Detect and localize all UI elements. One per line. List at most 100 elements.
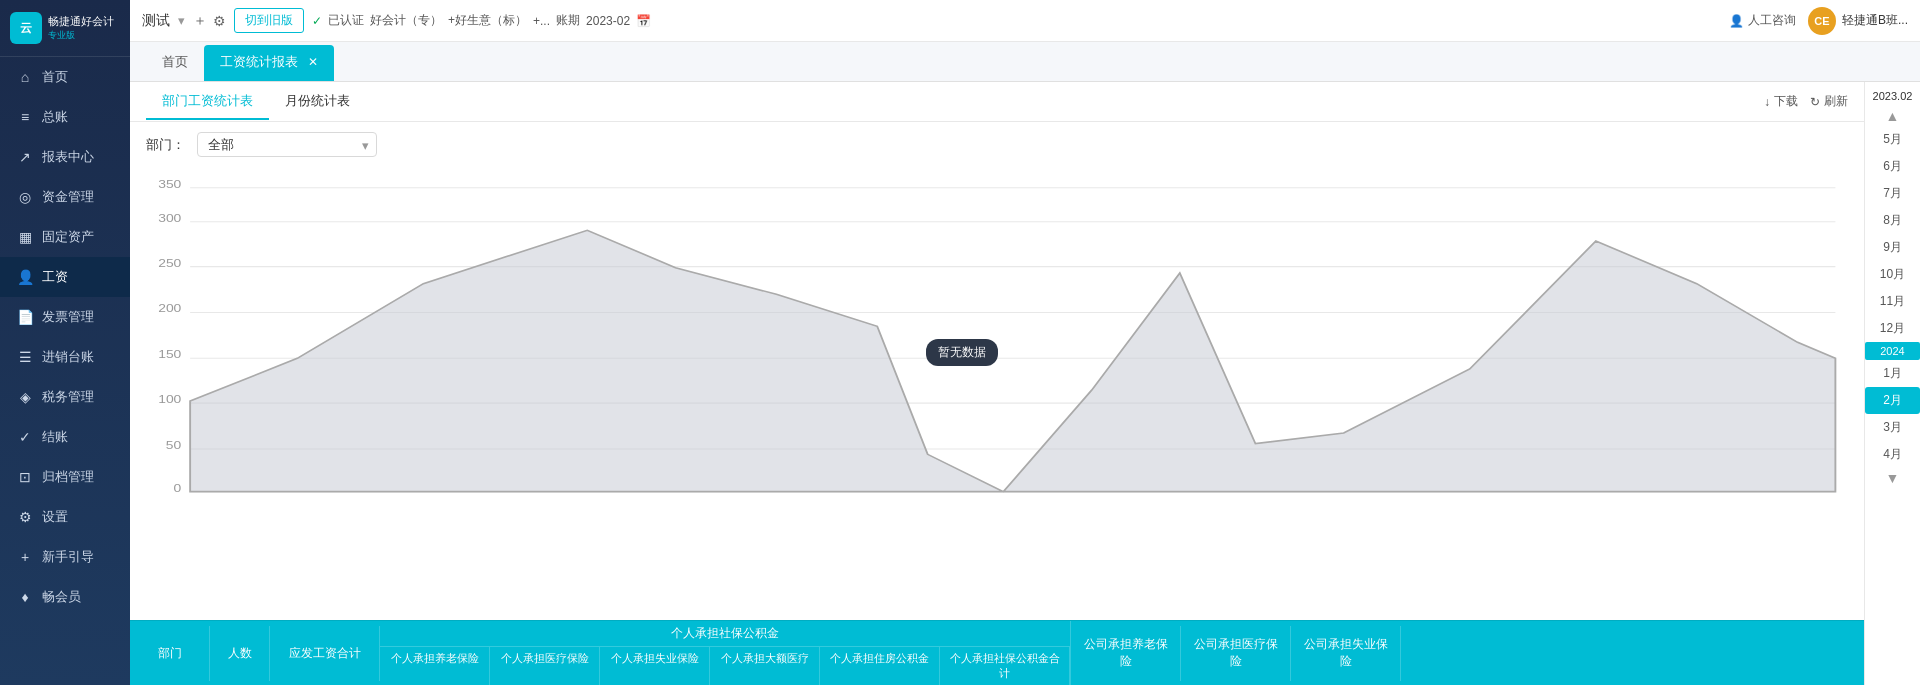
year-display[interactable]: 2023.02 [1871, 86, 1915, 106]
sidebar-item-invoice[interactable]: 📄发票管理 [0, 297, 130, 337]
logo-name: 畅捷通好会计 [48, 14, 114, 28]
th-total-salary: 应发工资合计 [270, 626, 380, 681]
year-2024-header[interactable]: 2024 [1865, 342, 1920, 360]
month-2024-4[interactable]: 4月 [1865, 441, 1920, 468]
month-8[interactable]: 8月 [1865, 207, 1920, 234]
th-company-medical: 公司承担医疗保险 [1181, 626, 1291, 681]
svg-text:200: 200 [158, 302, 181, 316]
month-10[interactable]: 10月 [1865, 261, 1920, 288]
month-2024-1[interactable]: 1月 [1865, 360, 1920, 387]
th-company-unemployment: 公司承担失业保险 [1291, 626, 1401, 681]
sidebar-label-settings: 设置 [42, 508, 68, 526]
th-company-unemployment-label: 公司承担失业保险 [1299, 636, 1392, 670]
year-up-btn[interactable]: ▲ [1884, 106, 1902, 126]
sidebar-menu: ⌂首页≡总账↗报表中心◎资金管理▦固定资产👤工资📄发票管理☰进销台账◈税务管理✓… [0, 57, 130, 685]
main-area: 测试 ▾ ＋ ⚙ 切到旧版 ✓ 已认证 好会计（专） +好生意（标） +... … [130, 0, 1920, 685]
sidebar-item-checkout[interactable]: ✓结账 [0, 417, 130, 457]
tab-home[interactable]: 首页 [146, 45, 204, 81]
accounting-type: 好会计（专） [370, 12, 442, 29]
sidebar-item-salary[interactable]: 👤工资 [0, 257, 130, 297]
sidebar-item-settings[interactable]: ⚙设置 [0, 497, 130, 537]
svg-text:350: 350 [158, 177, 181, 190]
sidebar-label-ledger: 总账 [42, 108, 68, 126]
switch-version-btn[interactable]: 切到旧版 [234, 8, 304, 33]
consultant-icon: 👤 [1729, 14, 1744, 28]
download-btn[interactable]: ↓ 下载 [1764, 93, 1798, 110]
tab-close-btn[interactable]: ✕ [308, 55, 318, 69]
th-personal-unemployment: 个人承担失业保险 [600, 647, 710, 685]
sidebar-icon-funds: ◎ [16, 189, 34, 205]
tab-home-label: 首页 [162, 54, 188, 69]
sidebar-label-archive: 归档管理 [42, 468, 94, 486]
th-personal-housing-fund: 个人承担住房公积金 [820, 647, 940, 685]
salary-chart: 0 50 100 150 200 250 300 350 [146, 177, 1848, 497]
th-company-pension: 公司承担养老保险 [1071, 626, 1181, 681]
month-11[interactable]: 11月 [1865, 288, 1920, 315]
no-data-text: 暂无数据 [938, 345, 986, 359]
sidebar-icon-home: ⌂ [16, 69, 34, 85]
refresh-label: 刷新 [1824, 93, 1848, 110]
topbar-add-btn[interactable]: ＋ [193, 12, 207, 30]
month-12[interactable]: 12月 [1865, 315, 1920, 342]
certified-icon: ✓ [312, 14, 322, 28]
topbar-status: ✓ 已认证 好会计（专） +好生意（标） +... 账期 2023-02 📅 [312, 12, 651, 29]
calendar-icon[interactable]: 📅 [636, 14, 651, 28]
topbar-title: 测试 [142, 12, 170, 30]
th-personal-pension: 个人承担养老保险 [380, 647, 490, 685]
topbar: 测试 ▾ ＋ ⚙ 切到旧版 ✓ 已认证 好会计（专） +好生意（标） +... … [130, 0, 1920, 42]
month-5[interactable]: 5月 [1865, 126, 1920, 153]
month-6[interactable]: 6月 [1865, 153, 1920, 180]
tab-salary-report[interactable]: 工资统计报表 ✕ [204, 45, 334, 81]
svg-text:300: 300 [158, 211, 181, 225]
sub-tab-monthly-label: 月份统计表 [285, 93, 350, 108]
sidebar-item-archive[interactable]: ⊡归档管理 [0, 457, 130, 497]
sidebar-label-invoice: 发票管理 [42, 308, 94, 326]
th-count-label: 人数 [228, 645, 252, 662]
sidebar-item-guide[interactable]: +新手引导 [0, 537, 130, 577]
month-2024-2[interactable]: 2月 [1865, 387, 1920, 414]
sidebar-item-home[interactable]: ⌂首页 [0, 57, 130, 97]
sidebar-icon-reports: ↗ [16, 149, 34, 165]
period-label: 账期 [556, 12, 580, 29]
sidebar-label-tax: 税务管理 [42, 388, 94, 406]
sidebar: 云 畅捷通好会计 专业版 ⌂首页≡总账↗报表中心◎资金管理▦固定资产👤工资📄发票… [0, 0, 130, 685]
sidebar-item-reports[interactable]: ↗报表中心 [0, 137, 130, 177]
th-company-pension-label: 公司承担养老保险 [1079, 636, 1172, 670]
sub-tab-dept[interactable]: 部门工资统计表 [146, 84, 269, 120]
user-avatar: CE [1808, 7, 1836, 35]
svg-text:50: 50 [166, 438, 181, 452]
sidebar-icon-assets: ▦ [16, 229, 34, 245]
dept-select[interactable]: 全部 [197, 132, 377, 157]
refresh-btn[interactable]: ↻ 刷新 [1810, 93, 1848, 110]
sidebar-item-sales[interactable]: ☰进销台账 [0, 337, 130, 377]
sidebar-item-assets[interactable]: ▦固定资产 [0, 217, 130, 257]
refresh-icon: ↻ [1810, 95, 1820, 109]
main-panel: 部门工资统计表 月份统计表 ↓ 下载 ↻ 刷新 [130, 82, 1864, 685]
download-label: 下载 [1774, 93, 1798, 110]
user-name: 轻捷通B班... [1842, 12, 1908, 29]
year-down-btn[interactable]: ▼ [1884, 468, 1902, 488]
topbar-settings-btn[interactable]: ⚙ [213, 13, 226, 29]
sidebar-item-funds[interactable]: ◎资金管理 [0, 177, 130, 217]
month-9[interactable]: 9月 [1865, 234, 1920, 261]
sidebar-logo: 云 畅捷通好会计 专业版 [0, 0, 130, 57]
sidebar-item-ledger[interactable]: ≡总账 [0, 97, 130, 137]
sidebar-item-member[interactable]: ♦畅会员 [0, 577, 130, 617]
month-2024-3[interactable]: 3月 [1865, 414, 1920, 441]
sidebar-item-tax[interactable]: ◈税务管理 [0, 377, 130, 417]
more-types: +... [533, 14, 550, 28]
sidebar-icon-sales: ☰ [16, 349, 34, 365]
svg-text:100: 100 [158, 392, 181, 406]
month-7[interactable]: 7月 [1865, 180, 1920, 207]
sidebar-label-checkout: 结账 [42, 428, 68, 446]
topbar-dropdown-arrow[interactable]: ▾ [178, 13, 185, 28]
consultant-btn[interactable]: 👤 人工咨询 [1729, 12, 1796, 29]
certified-status: 已认证 [328, 12, 364, 29]
th-personal-medical: 个人承担医疗保险 [490, 647, 600, 685]
dept-select-wrapper: 全部 ▾ [197, 132, 377, 157]
th-count: 人数 [210, 626, 270, 681]
svg-text:0: 0 [174, 481, 182, 495]
logo-icon-text: 云 [20, 20, 32, 37]
sub-tab-monthly[interactable]: 月份统计表 [269, 84, 366, 120]
th-company-medical-label: 公司承担医疗保险 [1189, 636, 1282, 670]
